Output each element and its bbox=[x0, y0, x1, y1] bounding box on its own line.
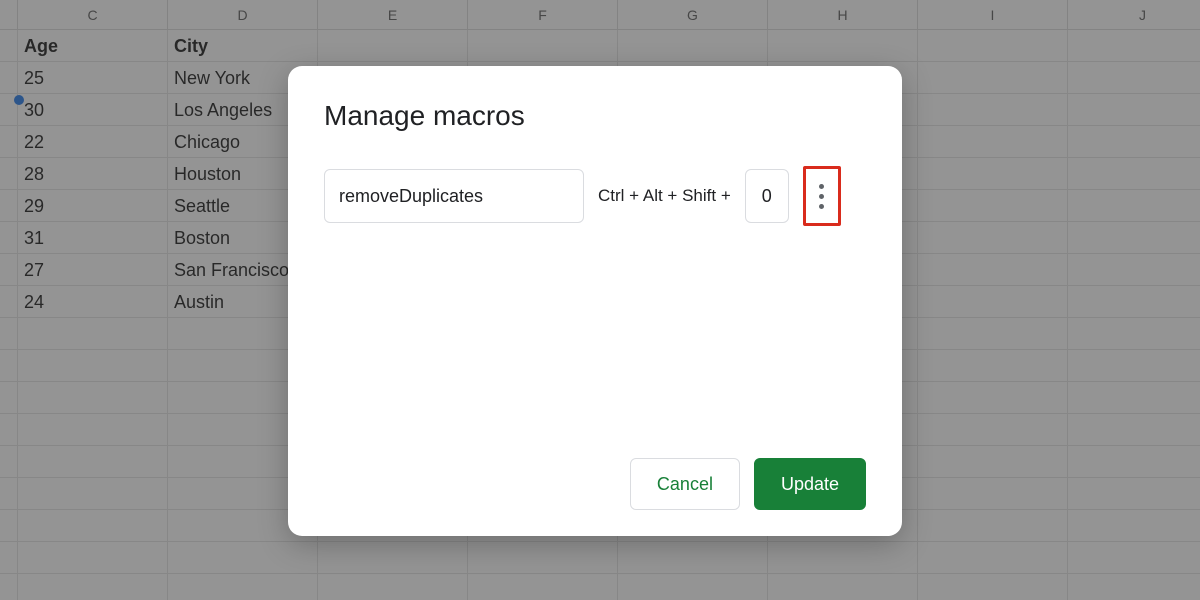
dialog-footer: Cancel Update bbox=[324, 458, 866, 510]
macro-row: Ctrl + Alt + Shift + bbox=[324, 166, 866, 226]
dialog-title: Manage macros bbox=[324, 100, 866, 132]
macro-more-button[interactable] bbox=[803, 166, 841, 226]
shortcut-key-input[interactable] bbox=[745, 169, 789, 223]
more-vertical-icon bbox=[819, 184, 824, 209]
cancel-button[interactable]: Cancel bbox=[630, 458, 740, 510]
manage-macros-dialog: Manage macros Ctrl + Alt + Shift + Cance… bbox=[288, 66, 902, 536]
macro-name-input[interactable] bbox=[324, 169, 584, 223]
shortcut-prefix-label: Ctrl + Alt + Shift + bbox=[598, 186, 731, 206]
update-button[interactable]: Update bbox=[754, 458, 866, 510]
